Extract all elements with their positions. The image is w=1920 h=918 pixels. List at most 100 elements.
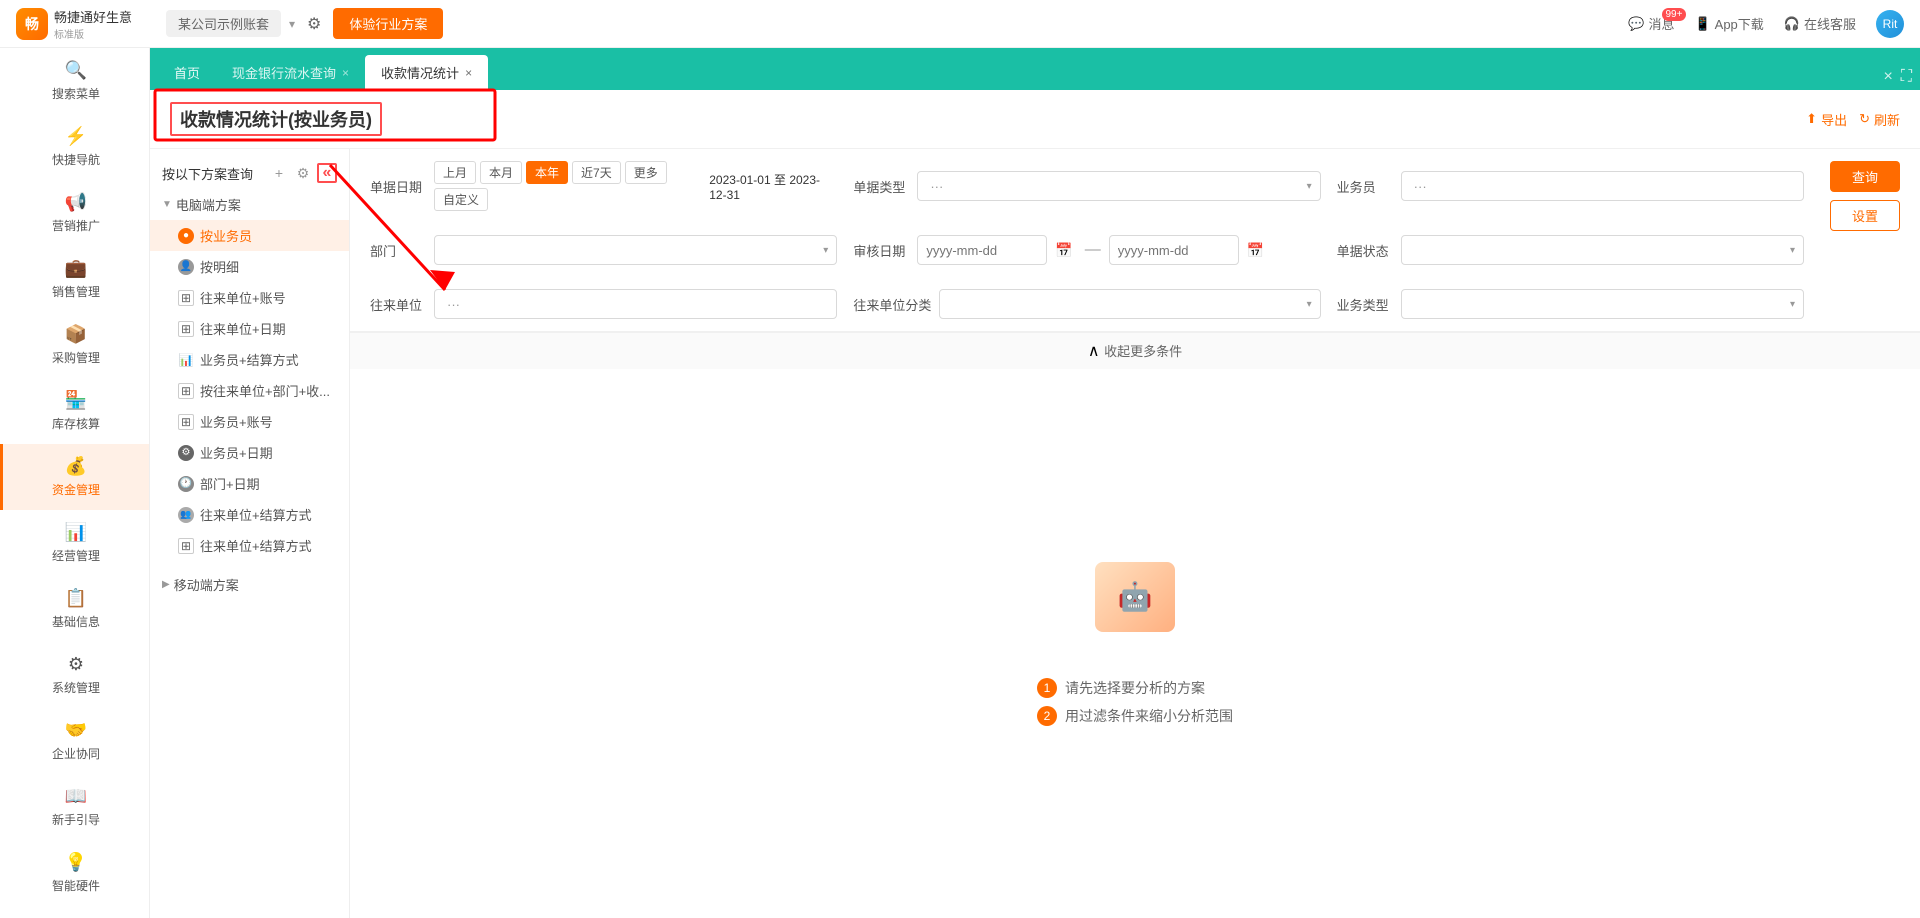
collapse-scheme-icon[interactable]: «	[317, 163, 337, 183]
tab-close-bank[interactable]: ×	[342, 66, 349, 80]
scheme-item-icon-3: ⊞	[178, 321, 194, 337]
scheme-item-7[interactable]: ⚙ 业务员+日期	[150, 437, 349, 468]
hardware-icon: 💡	[65, 852, 87, 873]
scheme-item-1[interactable]: 👤 按明细	[150, 251, 349, 282]
sidebar-item-finance[interactable]: 💰 资金管理	[0, 444, 149, 510]
partner-more-dots[interactable]: ···	[443, 297, 460, 312]
company-dropdown-icon[interactable]: ▾	[289, 17, 295, 31]
date-btn-7days[interactable]: 近7天	[572, 161, 621, 184]
sidebar-item-search[interactable]: 🔍 搜索菜单	[0, 48, 149, 114]
empty-box-icon: 🤖	[1095, 562, 1175, 632]
tab-close-collection[interactable]: ×	[465, 66, 472, 80]
sidebar-item-system[interactable]: ⚙ 系统管理	[0, 642, 149, 708]
docstatus-select[interactable]: ▾	[1401, 235, 1804, 265]
user-company[interactable]: 某公司示例账套	[166, 10, 281, 37]
tab-bar-right: × ⛶	[1883, 68, 1912, 90]
tab-home[interactable]: 首页	[158, 55, 216, 90]
app-settings-icon[interactable]: ⚙	[303, 10, 325, 38]
sidebar-item-hardware[interactable]: 💡 智能硬件	[0, 840, 149, 906]
online-service-btn[interactable]: 🎧 在线客服	[1784, 14, 1856, 33]
date-btn-more[interactable]: 更多	[625, 161, 667, 184]
user-avatar[interactable]: Rit	[1876, 10, 1904, 38]
biztype-select[interactable]: ▾	[1401, 289, 1804, 319]
scheme-header-label: 按以下方案查询	[162, 164, 253, 183]
docstatus-arrow-icon: ▾	[1790, 245, 1795, 256]
search-icon: 🔍	[65, 60, 87, 81]
filter-settings-button[interactable]: 设置	[1830, 200, 1900, 231]
tab-collection-stats[interactable]: 收款情况统计 ×	[365, 55, 488, 90]
doctype-more-dots[interactable]: ···	[926, 179, 943, 194]
doctype-label: 单据类型	[853, 177, 909, 196]
sidebar-item-basic[interactable]: 📋 基础信息	[0, 576, 149, 642]
empty-state: 🤖 1 请先选择要分析的方案 2 用过滤条件来缩小分析范围	[350, 369, 1920, 918]
app-download-btn[interactable]: 📱 App下载	[1694, 14, 1763, 33]
filter-biztype-field: 业务类型 ▾	[1337, 289, 1804, 319]
date-btn-this-month[interactable]: 本月	[480, 161, 522, 184]
top-nav-center: 某公司示例账套 ▾ ⚙ 体验行业方案	[166, 8, 1628, 39]
inventory-icon: 🏪	[65, 390, 87, 411]
partner-select[interactable]: ···	[434, 289, 837, 319]
dept-select[interactable]: ▾	[434, 235, 837, 265]
scheme-item-icon-9: 👥	[178, 507, 194, 523]
desktop-group-label: 电脑端方案	[176, 195, 241, 214]
review-date-from[interactable]	[917, 235, 1047, 265]
scheme-item-icon-5: ⊞	[178, 383, 194, 399]
scheme-item-6[interactable]: ⊞ 业务员+账号	[150, 406, 349, 437]
sidebar-label-sales: 销售管理	[52, 283, 100, 300]
sidebar-item-guide[interactable]: 📖 新手引导	[0, 774, 149, 840]
tab-bank-flow[interactable]: 现金银行流水查询 ×	[216, 55, 365, 90]
date-btn-last-month[interactable]: 上月	[434, 161, 476, 184]
scheme-header-actions: + ⚙ «	[269, 163, 337, 183]
query-button[interactable]: 查询	[1830, 161, 1900, 192]
scheme-item-icon-2: ⊞	[178, 290, 194, 306]
scheme-item-icon-4: 📊	[178, 352, 194, 368]
biztype-arrow-icon: ▾	[1790, 299, 1795, 310]
sidebar-item-quick-nav[interactable]: ⚡ 快捷导航	[0, 114, 149, 180]
collapse-bar[interactable]: ∧ 收起更多条件	[350, 332, 1920, 369]
scheme-item-0[interactable]: ● 按业务员	[150, 220, 349, 251]
scheme-item-icon-6: ⊞	[178, 414, 194, 430]
date-btn-this-year[interactable]: 本年	[526, 161, 568, 184]
date-btn-custom[interactable]: 自定义	[434, 188, 488, 211]
scheme-item-5[interactable]: ⊞ 按往来单位+部门+收...	[150, 375, 349, 406]
export-button[interactable]: ⬆ 导出	[1806, 110, 1847, 129]
tab-window-max-icon[interactable]: ⛶	[1901, 68, 1912, 86]
review-calendar-to-icon[interactable]: 📅	[1243, 242, 1268, 259]
sidebar-item-mgmt[interactable]: 📊 经营管理	[0, 510, 149, 576]
dept-label: 部门	[370, 241, 426, 260]
scheme-item-9[interactable]: 👥 往来单位+结算方式	[150, 499, 349, 530]
sidebar-item-purchase[interactable]: 📦 采购管理	[0, 312, 149, 378]
download-icon: 📱	[1694, 16, 1710, 32]
add-scheme-icon[interactable]: +	[269, 163, 289, 183]
page-header: 收款情况统计(按业务员) ⬆ 导出 ↻ 刷新	[150, 90, 1920, 149]
scheme-item-8[interactable]: 🕐 部门+日期	[150, 468, 349, 499]
sidebar-item-wechat[interactable]: 💬 企业微信	[0, 906, 149, 918]
sidebar-item-marketing[interactable]: 📢 营销推广	[0, 180, 149, 246]
scheme-item-2[interactable]: ⊞ 往来单位+账号	[150, 282, 349, 313]
salesperson-select[interactable]: ···	[1401, 171, 1804, 201]
scheme-group-mobile[interactable]: ▶ 移动端方案	[150, 569, 349, 600]
scheme-item-icon-7: ⚙	[178, 445, 194, 461]
message-icon: 💬	[1628, 16, 1644, 32]
sidebar-item-sales[interactable]: 💼 销售管理	[0, 246, 149, 312]
scheme-group-desktop[interactable]: ▼ 电脑端方案	[150, 189, 349, 220]
refresh-button[interactable]: ↻ 刷新	[1859, 110, 1900, 129]
app-name: 畅捷通好生意	[54, 7, 132, 26]
sidebar-item-inventory[interactable]: 🏪 库存核算	[0, 378, 149, 444]
scheme-item-10[interactable]: ⊞ 往来单位+结算方式	[150, 530, 349, 561]
sidebar-item-collab[interactable]: 🤝 企业协同	[0, 708, 149, 774]
review-calendar-from-icon[interactable]: 📅	[1051, 242, 1076, 259]
messages-btn[interactable]: 💬 消息 99+	[1628, 14, 1674, 33]
tab-window-close-icon[interactable]: ×	[1883, 68, 1892, 86]
review-date-to[interactable]	[1109, 235, 1239, 265]
mgmt-icon: 📊	[65, 522, 87, 543]
scheme-item-3[interactable]: ⊞ 往来单位+日期	[150, 313, 349, 344]
partner-cat-select[interactable]: ▾	[939, 289, 1320, 319]
scheme-settings-icon[interactable]: ⚙	[293, 163, 313, 183]
filter-salesperson-field: 业务员 ···	[1337, 171, 1804, 201]
salesperson-label: 业务员	[1337, 177, 1393, 196]
trial-button[interactable]: 体验行业方案	[333, 8, 443, 39]
salesperson-more-dots[interactable]: ···	[1410, 179, 1427, 194]
scheme-item-4[interactable]: 📊 业务员+结算方式	[150, 344, 349, 375]
doctype-select[interactable]: ··· ▾	[917, 171, 1320, 201]
